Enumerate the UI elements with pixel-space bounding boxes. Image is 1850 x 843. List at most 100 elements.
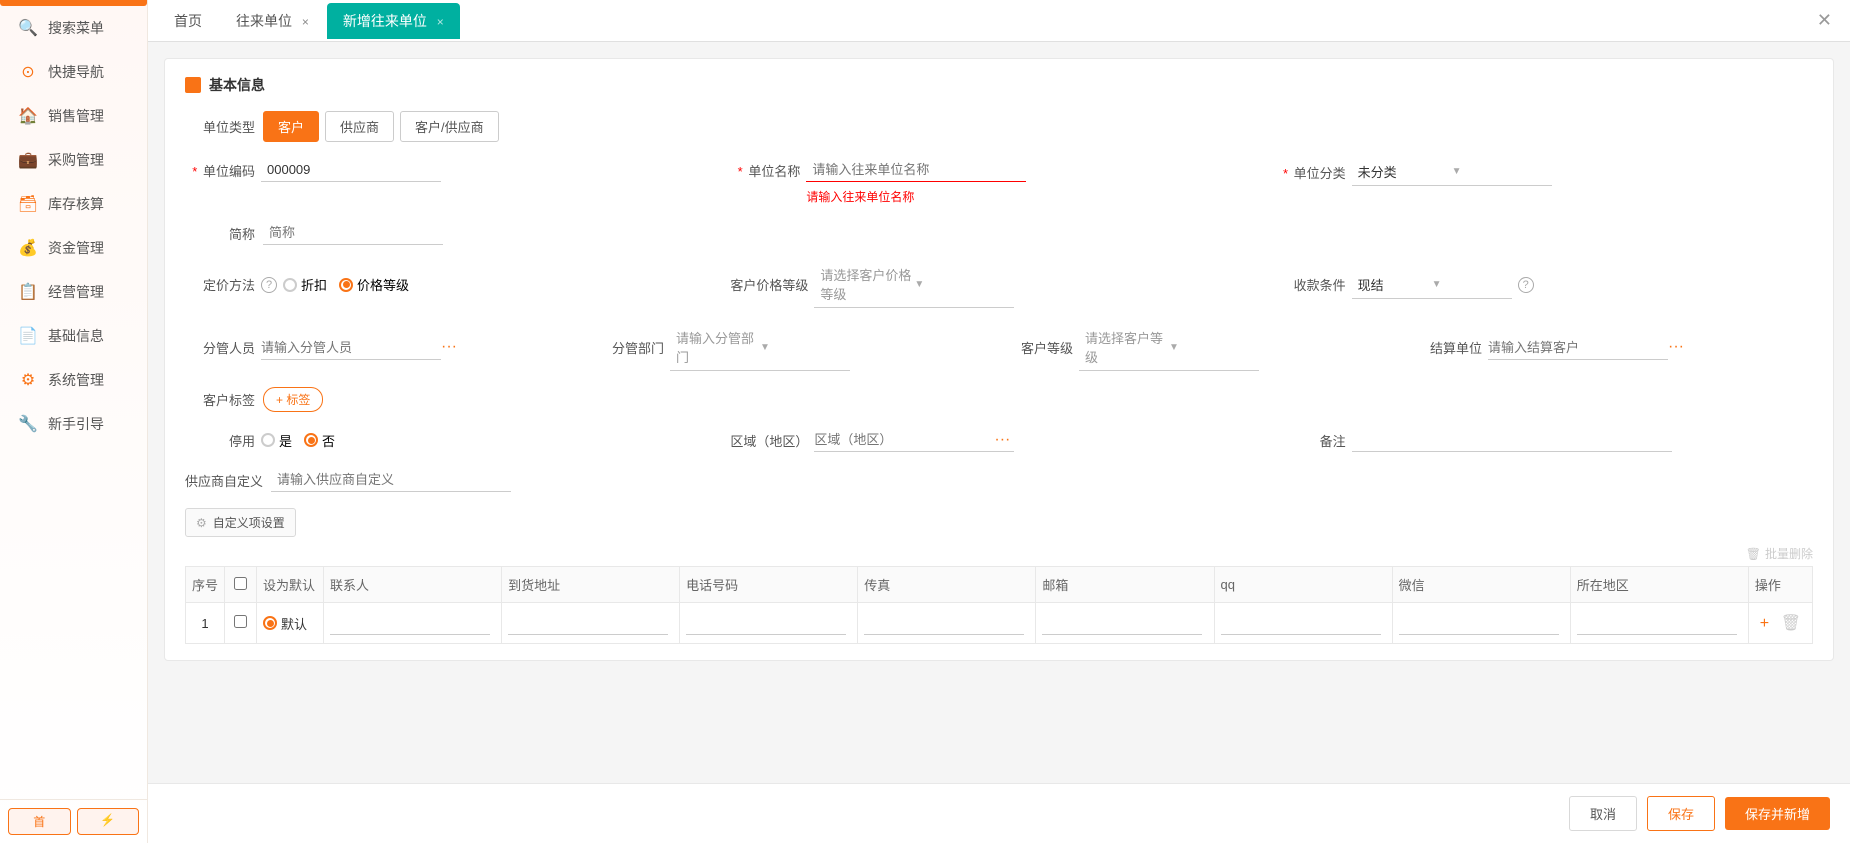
sidebar-item-sales[interactable]: 🏠 销售管理 [0,94,147,138]
th-region: 所在地区 [1570,567,1748,603]
finance-icon: 💰 [18,238,38,258]
customer-price-label: 客户价格等级 [730,275,808,294]
sidebar-item-system[interactable]: ⚙ 系统管理 [0,358,147,402]
close-all-tabs-button[interactable]: ✕ [1809,10,1840,31]
th-checkbox-input[interactable] [234,577,247,590]
row-add-btn[interactable]: + [1760,615,1769,632]
row-qq-input[interactable] [1221,611,1381,635]
row-fax-input[interactable] [864,611,1024,635]
tab-partner-close[interactable]: × [302,15,309,29]
region-more-btn[interactable]: ··· [990,431,1014,449]
row-phone-input[interactable] [686,611,846,635]
sidebar-home-btn[interactable]: 首 [8,808,71,835]
sidebar-item-quick-nav-label: 快捷导航 [48,62,104,82]
pricing-level-label: 价格等级 [357,275,409,294]
td-contact[interactable] [323,603,501,644]
row-delete-btn[interactable]: 🗑 [1781,615,1801,632]
abbr-input[interactable] [263,221,443,245]
cancel-button[interactable]: 取消 [1569,796,1637,831]
type-btn-both[interactable]: 客户/供应商 [400,111,499,142]
row-region-input[interactable] [1577,611,1737,635]
row-default-radio[interactable]: 默认 [263,614,317,633]
supplier-custom-label: 供应商自定义 [185,471,263,490]
contact-table: 序号 设为默认 联系人 到货地址 电话号码 传真 邮箱 qq 微信 [185,566,1813,644]
remark-input[interactable] [1352,428,1672,452]
row-address-input[interactable] [508,611,668,635]
disabled-no-radio[interactable]: 否 [304,431,335,450]
dept-placeholder: 请输入分管部门 [676,328,760,366]
contact-table-section: 🗑 批量删除 序号 设为默认 联系人 到货地址 电话号码 [185,545,1813,644]
th-contact: 联系人 [323,567,501,603]
card-title: 基本信息 [185,75,1813,95]
name-label: * 单位名称 [730,161,800,180]
disabled-row: 停用 是 否 区域（地区） [185,428,1813,452]
dept-dropdown[interactable]: 请输入分管部门 ▼ [670,324,850,371]
td-email[interactable] [1036,603,1214,644]
sidebar-item-guide[interactable]: 🔧 新手引导 [0,402,147,446]
row-contact-input[interactable] [330,611,490,635]
td-phone[interactable] [680,603,858,644]
settlement-input[interactable] [1488,336,1664,359]
row-wechat-input[interactable] [1399,611,1559,635]
code-input[interactable] [261,158,441,182]
sidebar-item-basic-info-label: 基础信息 [48,326,104,346]
sidebar-item-inventory[interactable]: 🗃 库存核算 [0,182,147,226]
row-email-input[interactable] [1042,611,1202,635]
tab-new-partner[interactable]: 新增往来单位 × [327,3,460,39]
region-input[interactable] [814,428,990,451]
sidebar-item-sales-label: 销售管理 [48,106,104,126]
add-tag-btn[interactable]: + 标签 [263,387,323,412]
sidebar-item-purchase-label: 采购管理 [48,150,104,170]
sidebar-quick-btn[interactable]: ⚡ [77,808,140,835]
type-btn-supplier[interactable]: 供应商 [325,111,394,142]
custom-settings-button[interactable]: ⚙ 自定义项设置 [185,508,296,537]
pricing-level-radio[interactable]: 价格等级 [339,275,409,294]
td-region[interactable] [1570,603,1748,644]
tab-new-partner-close[interactable]: × [437,15,444,29]
code-group: * 单位编码 [185,158,722,182]
row-checkbox[interactable] [234,615,247,628]
pricing-discount-radio[interactable]: 折扣 [283,275,327,294]
category-value: 未分类 [1358,162,1452,181]
category-group: * 单位分类 未分类 ▼ [1276,158,1813,186]
basic-info-card: 基本信息 单位类型 客户 供应商 客户/供应商 * 单位编码 [164,58,1834,661]
sidebar-item-finance[interactable]: 💰 资金管理 [0,226,147,270]
dept-group: 分管部门 请输入分管部门 ▼ [594,324,995,371]
payment-help-icon[interactable]: ? [1518,277,1534,293]
td-default[interactable]: 默认 [257,603,324,644]
customer-price-dropdown[interactable]: 请选择客户价格等级 ▼ [814,261,1014,308]
customer-level-dropdown[interactable]: 请选择客户等级 ▼ [1079,324,1259,371]
save-button[interactable]: 保存 [1647,796,1715,831]
row-default-label: 默认 [281,614,307,633]
sidebar-item-basic-info[interactable]: 📄 基础信息 [0,314,147,358]
manager-more-btn[interactable]: ··· [437,338,461,356]
payment-dropdown[interactable]: 现结 ▼ [1352,271,1512,299]
manager-input[interactable] [261,336,437,359]
pricing-help-icon[interactable]: ? [261,277,277,293]
pricing-discount-label: 折扣 [301,275,327,294]
type-btn-customer[interactable]: 客户 [263,111,319,142]
category-dropdown[interactable]: 未分类 ▼ [1352,158,1552,186]
pricing-row: 定价方法 ? 折扣 价格等级 [185,261,1813,308]
td-wechat[interactable] [1392,603,1570,644]
sidebar-item-quick-nav[interactable]: ⊙ 快捷导航 [0,50,147,94]
sidebar-item-search[interactable]: 🔍 搜索菜单 [0,6,147,50]
td-address[interactable] [502,603,680,644]
tab-partner[interactable]: 往来单位 × [220,3,325,39]
sidebar-item-purchase[interactable]: 💼 采购管理 [0,138,147,182]
save-new-button[interactable]: 保存并新增 [1725,797,1830,830]
sidebar-item-operations[interactable]: 📋 经营管理 [0,270,147,314]
batch-delete-area[interactable]: 🗑 批量删除 [185,545,1813,562]
name-input[interactable] [806,158,1026,182]
supplier-custom-input[interactable] [271,468,511,492]
th-email: 邮箱 [1036,567,1214,603]
td-fax[interactable] [858,603,1036,644]
settlement-input-with-more: ··· [1488,336,1668,360]
settlement-more-btn[interactable]: ··· [1664,338,1688,356]
td-qq[interactable] [1214,603,1392,644]
tab-home[interactable]: 首页 [158,3,218,39]
payment-value: 现结 [1358,275,1432,294]
card-title-icon [185,77,201,93]
disabled-yes-radio[interactable]: 是 [261,431,292,450]
tab-home-label: 首页 [174,13,202,29]
